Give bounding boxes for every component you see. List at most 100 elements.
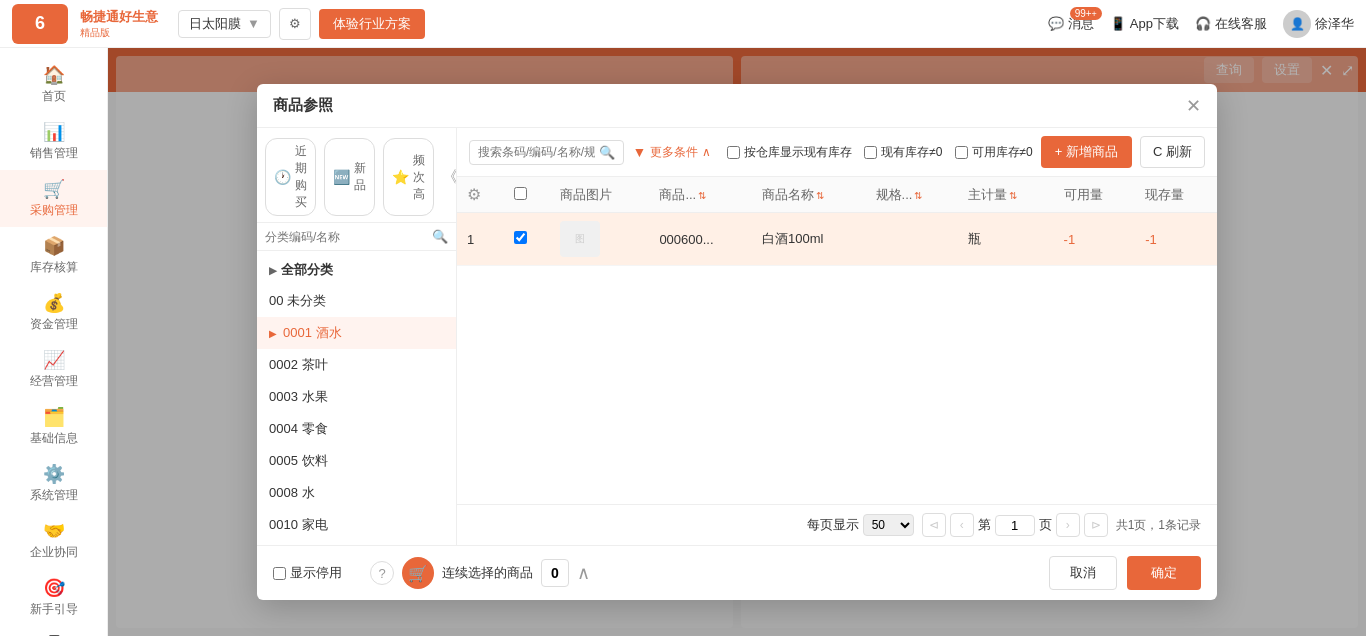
category-label: 0003 水果 — [269, 388, 328, 406]
frequent-btn[interactable]: ⭐ 频次高 — [383, 138, 434, 216]
select-all-checkbox[interactable] — [514, 187, 527, 200]
confirm-button[interactable]: 确定 — [1127, 556, 1201, 590]
product-image: 图 — [560, 221, 600, 257]
operations-icon: 📈 — [43, 349, 65, 371]
cart-collapse-icon[interactable]: ∧ — [577, 562, 590, 584]
sidebar-item-guide[interactable]: 🎯 新手引导 — [0, 569, 107, 626]
category-water[interactable]: 0008 水 — [257, 477, 456, 509]
first-page-button[interactable]: ⊲ — [922, 513, 946, 537]
category-label: 0002 茶叶 — [269, 356, 328, 374]
usable-stock-checkbox[interactable]: 可用库存≠0 — [955, 144, 1033, 161]
app-download-item[interactable]: 📱 App下载 — [1110, 15, 1179, 33]
row-checkbox[interactable] — [514, 231, 527, 244]
sidebar-item-label: 采购管理 — [30, 202, 78, 219]
category-fruit[interactable]: 0003 水果 — [257, 381, 456, 413]
modal-overlay: 商品参照 ✕ 🕐 近期购买 🆕 — [108, 48, 1366, 636]
category-snacks[interactable]: 0004 零食 — [257, 413, 456, 445]
category-search-icon[interactable]: 🔍 — [432, 229, 448, 244]
notifications-item[interactable]: 💬 消息 99++ — [1048, 15, 1094, 33]
category-label: 00 未分类 — [269, 292, 326, 310]
last-page-button[interactable]: ⊳ — [1084, 513, 1108, 537]
all-categories-item[interactable]: ▶ 全部分类 — [257, 255, 456, 285]
sidebar: 🏠 首页 📊 销售管理 🛒 采购管理 📦 库存核算 💰 资金管理 📈 经营管理 … — [0, 48, 108, 636]
product-search-icon[interactable]: 🔍 — [599, 145, 615, 160]
app-brand: 畅捷通好生意 精品版 — [80, 8, 158, 40]
category-appliance[interactable]: 0010 家电 — [257, 509, 456, 541]
left-panel-collapse-btn[interactable]: 《 — [442, 138, 457, 216]
page-number-input[interactable] — [995, 515, 1035, 536]
modal-body: 🕐 近期购买 🆕 新品 ⭐ 频次高 《 — [257, 128, 1217, 545]
mobile-icon: 📱 — [1110, 16, 1126, 31]
category-search-input[interactable] — [265, 230, 428, 244]
sidebar-item-basic-info[interactable]: 🗂️ 基础信息 — [0, 398, 107, 455]
arrow-right-icon: ▶ — [269, 265, 277, 276]
sidebar-item-inventory[interactable]: 📦 库存核算 — [0, 227, 107, 284]
home-icon: 🏠 — [43, 64, 65, 86]
trial-button[interactable]: 体验行业方案 — [319, 9, 425, 39]
col-unit[interactable]: 主计量⇅ — [958, 177, 1054, 213]
finance-icon: 💰 — [43, 292, 65, 314]
sidebar-item-finance[interactable]: 💰 资金管理 — [0, 284, 107, 341]
sidebar-item-purchase[interactable]: 🛒 采购管理 — [0, 170, 107, 227]
sidebar-item-operations[interactable]: 📈 经营管理 — [0, 341, 107, 398]
per-page-select[interactable]: 50 100 200 — [863, 514, 914, 536]
avatar: 👤 — [1283, 10, 1311, 38]
sidebar-item-home[interactable]: 🏠 首页 — [0, 56, 107, 113]
sidebar-item-label: 经营管理 — [30, 373, 78, 390]
row-current: -1 — [1135, 213, 1217, 266]
cart-icon[interactable]: 🛒 — [402, 557, 434, 589]
product-search-input[interactable] — [478, 145, 595, 159]
basic-info-icon: 🗂️ — [43, 406, 65, 428]
store-selector[interactable]: 日太阳膜 ▼ — [178, 10, 271, 38]
purchase-icon: 🛒 — [43, 178, 65, 200]
recent-purchase-btn[interactable]: 🕐 近期购买 — [265, 138, 316, 216]
chevron-down-icon: ▼ — [247, 16, 260, 31]
category-liquor[interactable]: ▶ 0001 酒水 — [257, 317, 456, 349]
modal-close-button[interactable]: ✕ — [1186, 97, 1201, 115]
sidebar-item-label: 新手引导 — [30, 601, 78, 618]
page-suffix: 页 — [1039, 516, 1052, 534]
sidebar-item-label: 库存核算 — [30, 259, 78, 276]
settings-icon[interactable]: ⚙ — [279, 8, 311, 40]
usable-stock-input[interactable] — [955, 146, 968, 159]
prev-page-button[interactable]: ‹ — [950, 513, 974, 537]
category-drinks[interactable]: 0005 饮料 — [257, 445, 456, 477]
current-stock-input[interactable] — [864, 146, 877, 159]
col-current: 现存量 — [1135, 177, 1217, 213]
sidebar-item-label: 首页 — [42, 88, 66, 105]
sidebar-item-app-center[interactable]: 📱 应用中心 — [0, 626, 107, 636]
page-size-selector: 每页显示 50 100 200 — [807, 514, 914, 536]
row-spec — [866, 213, 959, 266]
new-product-btn[interactable]: 🆕 新品 — [324, 138, 375, 216]
help-icon[interactable]: ? — [370, 561, 394, 585]
cancel-button[interactable]: 取消 — [1049, 556, 1117, 590]
table-header-row: ⚙ 商品图片 商品...⇅ 商品名称⇅ 规格...⇅ — [457, 177, 1217, 213]
sidebar-item-enterprise[interactable]: 🤝 企业协同 — [0, 512, 107, 569]
all-categories-label: 全部分类 — [281, 261, 333, 279]
category-tea[interactable]: 0002 茶叶 — [257, 349, 456, 381]
filter-label: 更多条件 — [650, 144, 698, 161]
category-unclassified[interactable]: 00 未分类 — [257, 285, 456, 317]
user-item[interactable]: 👤 徐泽华 — [1283, 10, 1354, 38]
add-product-button[interactable]: + 新增商品 — [1041, 136, 1132, 168]
col-spec[interactable]: 规格...⇅ — [866, 177, 959, 213]
filter-icon: ▼ — [632, 144, 646, 160]
table-settings-icon[interactable]: ⚙ — [467, 186, 481, 203]
next-page-button[interactable]: › — [1056, 513, 1080, 537]
table-row[interactable]: 1 图 000600... 白酒100ml — [457, 213, 1217, 266]
recent-icon: 🕐 — [274, 169, 291, 185]
col-code[interactable]: 商品...⇅ — [649, 177, 752, 213]
sidebar-item-sales[interactable]: 📊 销售管理 — [0, 113, 107, 170]
col-available: 可用量 — [1054, 177, 1136, 213]
current-stock-checkbox[interactable]: 现有库存≠0 — [864, 144, 942, 161]
page-total-info: 共1页，1条记录 — [1116, 517, 1201, 534]
more-filter-button[interactable]: ▼ 更多条件 ∧ — [632, 144, 711, 161]
warehouse-display-input[interactable] — [727, 146, 740, 159]
col-name[interactable]: 商品名称⇅ — [752, 177, 866, 213]
sidebar-item-system[interactable]: ⚙️ 系统管理 — [0, 455, 107, 512]
show-disabled-checkbox[interactable]: 显示停用 — [273, 564, 342, 582]
online-service-item[interactable]: 🎧 在线客服 — [1195, 15, 1267, 33]
show-disabled-input[interactable] — [273, 567, 286, 580]
warehouse-display-checkbox[interactable]: 按仓库显示现有库存 — [727, 144, 852, 161]
refresh-button[interactable]: C 刷新 — [1140, 136, 1205, 168]
